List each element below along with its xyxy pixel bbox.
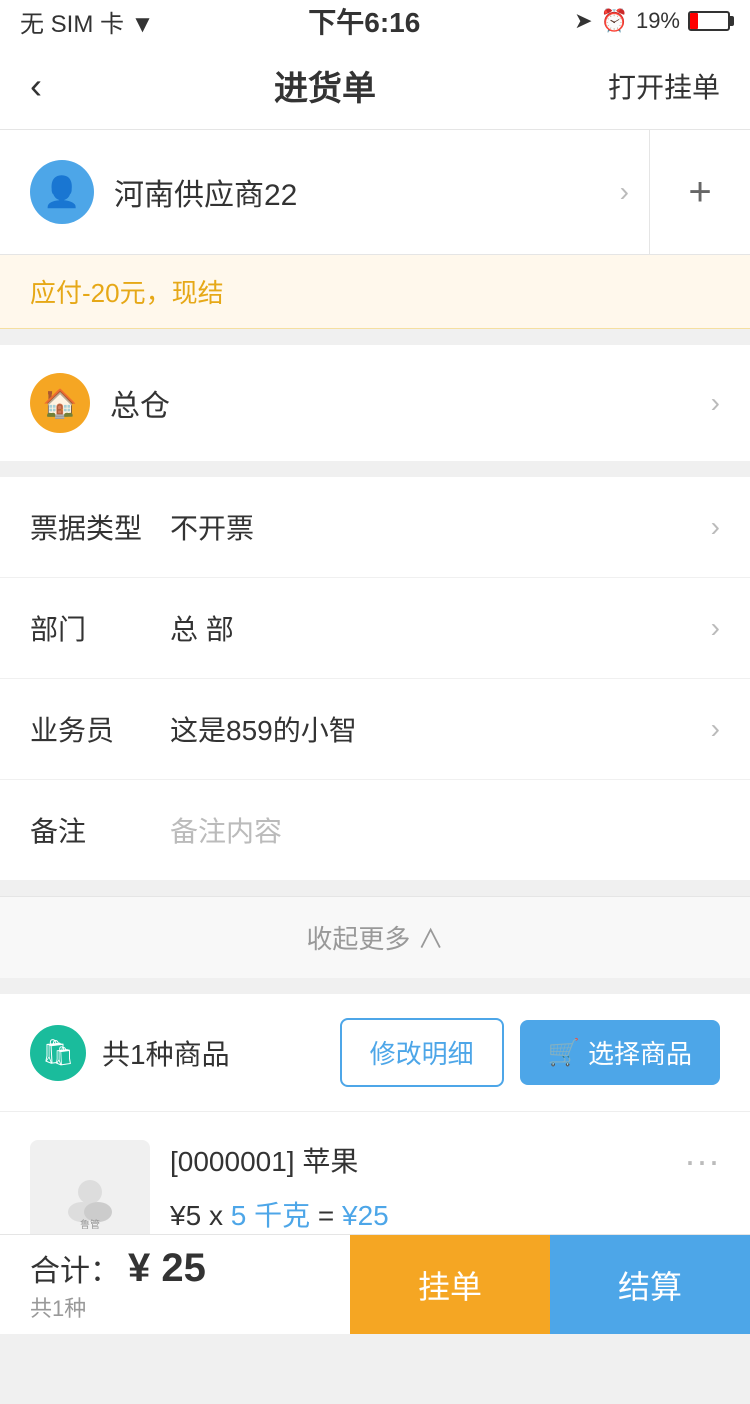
status-time: 下午6:16	[308, 1, 420, 41]
notice-bar: 应付-20元，现结	[0, 255, 750, 329]
equal-sign: =	[318, 1200, 342, 1231]
invoice-type-label: 票据类型	[30, 507, 150, 547]
collapse-bar[interactable]: 收起更多 ∧	[0, 896, 750, 978]
total-price: ¥25	[342, 1200, 389, 1231]
bottom-bar: 合计： ¥ 25 共1种 挂单 结算	[0, 1234, 750, 1334]
unit: 千克	[254, 1200, 310, 1231]
salesperson-label: 业务员	[30, 709, 150, 749]
products-header: 🛍 共1种商品 修改明细 🛒 选择商品	[0, 994, 750, 1112]
bag-icon: 🛍	[41, 1037, 74, 1068]
select-icon: 🛒	[548, 1037, 580, 1068]
back-button[interactable]: ‹	[30, 65, 42, 107]
department-chevron-icon: ›	[711, 612, 720, 644]
invoice-type-chevron-icon: ›	[711, 511, 720, 543]
warehouse-chevron-icon: ›	[711, 387, 720, 419]
svg-text:鲁管: 鲁管	[80, 1218, 100, 1230]
status-bar: 无 SIM 卡 ▼ 下午6:16 ➤ ⏰ 19%	[0, 0, 750, 42]
avatar-icon: 👤	[43, 175, 80, 210]
total-sub: 共1种	[30, 1291, 320, 1323]
remark-row[interactable]: 备注 备注内容	[0, 779, 750, 880]
invoice-type-value: 不开票	[150, 507, 701, 547]
status-left: 无 SIM 卡 ▼	[20, 4, 154, 39]
home-icon: 🏠	[43, 387, 78, 420]
main-content: 👤 河南供应商22 › + 应付-20元，现结 🏠 总仓 › 票据类型 不开票 …	[0, 130, 750, 1404]
select-product-button[interactable]: 🛒 选择商品	[520, 1020, 720, 1085]
department-value: 总 部	[150, 608, 701, 648]
nav-bar: ‹ 进货单 打开挂单	[0, 42, 750, 130]
total-label: 合计：	[30, 1246, 120, 1290]
invoice-type-row[interactable]: 票据类型 不开票 ›	[0, 477, 750, 577]
form-section: 票据类型 不开票 › 部门 总 部 › 业务员 这是859的小智 › 备注 备注…	[0, 477, 750, 880]
select-label: 选择商品	[588, 1034, 692, 1071]
edit-detail-button[interactable]: 修改明细	[340, 1018, 504, 1087]
supplier-avatar: 👤	[30, 160, 94, 224]
supplier-section: 👤 河南供应商22 › +	[0, 130, 750, 255]
battery-icon	[688, 11, 730, 31]
battery-percent: 19%	[636, 8, 680, 34]
add-supplier-button[interactable]: +	[650, 130, 750, 254]
products-icon: 🛍	[30, 1025, 86, 1081]
more-options-button[interactable]: ···	[684, 1140, 720, 1182]
product-info: [0000001] 苹果 ¥5 x 5 千克 = ¥25	[170, 1140, 664, 1234]
product-name: [0000001] 苹果	[170, 1140, 664, 1180]
department-row[interactable]: 部门 总 部 ›	[0, 577, 750, 678]
open-hang-button[interactable]: 打开挂单	[608, 66, 720, 106]
remark-label: 备注	[30, 810, 150, 850]
sim-label: 无 SIM 卡 ▼	[20, 4, 154, 39]
status-right: ➤ ⏰ 19%	[574, 8, 730, 34]
supplier-name: 河南供应商22	[114, 170, 610, 214]
remark-input[interactable]: 备注内容	[150, 810, 720, 850]
products-count: 共1种商品	[102, 1033, 324, 1073]
unit-price: ¥5	[170, 1200, 201, 1231]
total-line: 合计： ¥ 25	[30, 1246, 320, 1291]
location-icon: ➤	[574, 8, 592, 34]
total-amount: ¥ 25	[128, 1246, 206, 1291]
salesperson-chevron-icon: ›	[711, 713, 720, 745]
quantity: 5	[231, 1200, 247, 1231]
department-label: 部门	[30, 608, 150, 648]
warehouse-name: 总仓	[110, 381, 701, 425]
alarm-icon: ⏰	[601, 8, 628, 34]
multiply-sign: x	[209, 1200, 231, 1231]
product-price: ¥5 x 5 千克 = ¥25	[170, 1194, 664, 1234]
page-title: 进货单	[274, 61, 376, 110]
salesperson-value: 这是859的小智	[150, 709, 701, 749]
warehouse-row[interactable]: 🏠 总仓 ›	[0, 345, 750, 461]
hang-button[interactable]: 挂单	[350, 1235, 550, 1334]
warehouse-icon: 🏠	[30, 373, 90, 433]
salesperson-row[interactable]: 业务员 这是859的小智 ›	[0, 678, 750, 779]
total-section: 合计： ¥ 25 共1种	[0, 1235, 350, 1334]
checkout-button[interactable]: 结算	[550, 1235, 750, 1334]
supplier-row[interactable]: 👤 河南供应商22 ›	[0, 130, 650, 254]
supplier-chevron-icon: ›	[620, 176, 629, 208]
